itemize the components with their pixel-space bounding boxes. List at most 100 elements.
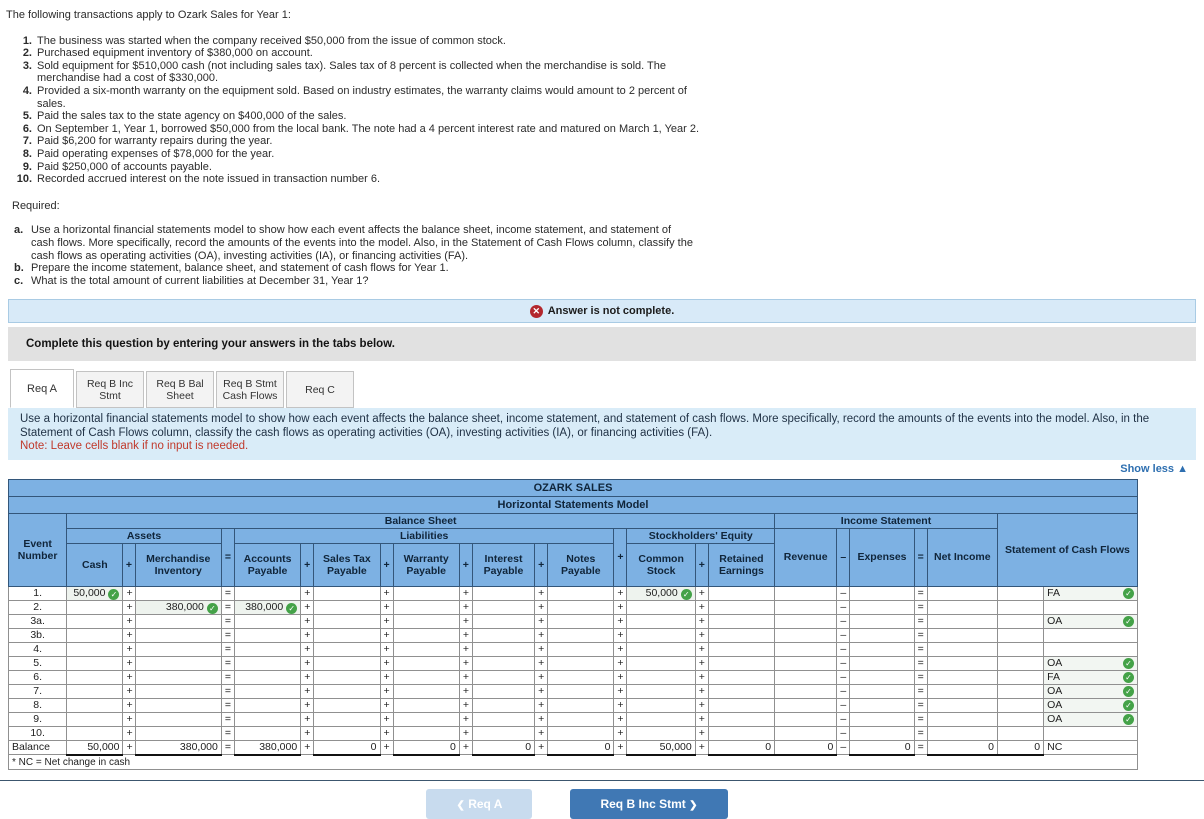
- cash-flow-class-cell[interactable]: [1043, 627, 1138, 643]
- cash-input-cell[interactable]: [66, 641, 124, 657]
- cash-input-cell[interactable]: [66, 599, 124, 615]
- revenue-input-cell[interactable]: [774, 683, 838, 699]
- net-income-input-cell[interactable]: [926, 697, 998, 713]
- warranty-payable-input-cell[interactable]: [392, 669, 460, 685]
- cash-input-cell[interactable]: [66, 669, 124, 685]
- sales-tax-payable-input-cell[interactable]: [313, 655, 381, 671]
- merch-inventory-input-cell[interactable]: [134, 669, 222, 685]
- cash-flow-class-cell[interactable]: ✓ OA: [1043, 613, 1138, 629]
- cash-flow-class-cell[interactable]: ✓ FA: [1043, 585, 1138, 601]
- cf-amount-input-cell[interactable]: [996, 627, 1045, 643]
- interest-payable-input-cell[interactable]: [471, 585, 536, 601]
- cash-input-cell[interactable]: [66, 683, 124, 699]
- prev-button[interactable]: ❮ Req A: [426, 788, 533, 819]
- retained-earnings-input-cell[interactable]: [707, 599, 776, 615]
- accounts-payable-input-cell[interactable]: [233, 683, 302, 699]
- net-income-input-cell[interactable]: [926, 613, 998, 629]
- interest-payable-input-cell[interactable]: [471, 711, 536, 727]
- net-income-input-cell[interactable]: [926, 627, 998, 643]
- net-income-input-cell[interactable]: [926, 711, 998, 727]
- sales-tax-payable-input-cell[interactable]: [313, 613, 381, 629]
- cash-flow-class-cell[interactable]: ✓ OA: [1043, 683, 1138, 699]
- expenses-input-cell[interactable]: [849, 627, 915, 643]
- cash-flow-class-cell[interactable]: ✓ OA: [1043, 711, 1138, 727]
- interest-payable-input-cell[interactable]: [471, 641, 536, 657]
- retained-earnings-input-cell[interactable]: [707, 697, 776, 713]
- interest-payable-input-cell[interactable]: [471, 683, 536, 699]
- merch-inventory-input-cell[interactable]: [134, 613, 222, 629]
- accounts-payable-input-cell[interactable]: [233, 641, 302, 657]
- accounts-payable-input-cell[interactable]: 380,000 ✓: [233, 599, 302, 615]
- expenses-input-cell[interactable]: [849, 655, 915, 671]
- expenses-input-cell[interactable]: [849, 697, 915, 713]
- cf-amount-input-cell[interactable]: [996, 585, 1045, 601]
- common-stock-input-cell[interactable]: [626, 599, 696, 615]
- expenses-input-cell[interactable]: [849, 711, 915, 727]
- cash-flow-class-cell[interactable]: [1043, 725, 1138, 741]
- retained-earnings-input-cell[interactable]: [707, 655, 776, 671]
- net-income-input-cell[interactable]: [926, 669, 998, 685]
- cf-amount-input-cell[interactable]: [996, 669, 1045, 685]
- cf-amount-input-cell[interactable]: [996, 725, 1045, 741]
- cf-amount-input-cell[interactable]: [996, 599, 1045, 615]
- expenses-input-cell[interactable]: [849, 599, 915, 615]
- next-button[interactable]: Req B Inc Stmt ❯: [570, 788, 728, 819]
- merch-inventory-input-cell[interactable]: [134, 641, 222, 657]
- revenue-input-cell[interactable]: [774, 725, 838, 741]
- net-income-input-cell[interactable]: [926, 725, 998, 741]
- cash-flow-class-cell[interactable]: ✓ OA: [1043, 655, 1138, 671]
- notes-payable-input-cell[interactable]: [547, 683, 615, 699]
- accounts-payable-input-cell[interactable]: [233, 669, 302, 685]
- merch-inventory-input-cell[interactable]: [134, 627, 222, 643]
- cf-amount-input-cell[interactable]: [996, 655, 1045, 671]
- warranty-payable-input-cell[interactable]: [392, 599, 460, 615]
- revenue-input-cell[interactable]: [774, 697, 838, 713]
- notes-payable-input-cell[interactable]: [547, 627, 615, 643]
- warranty-payable-input-cell[interactable]: [392, 655, 460, 671]
- retained-earnings-input-cell[interactable]: [707, 711, 776, 727]
- sales-tax-payable-input-cell[interactable]: [313, 711, 381, 727]
- revenue-input-cell[interactable]: [774, 641, 838, 657]
- warranty-payable-input-cell[interactable]: [392, 725, 460, 741]
- cf-amount-input-cell[interactable]: [996, 711, 1045, 727]
- sales-tax-payable-input-cell[interactable]: [313, 725, 381, 741]
- retained-earnings-input-cell[interactable]: [707, 641, 776, 657]
- sales-tax-payable-input-cell[interactable]: [313, 641, 381, 657]
- interest-payable-input-cell[interactable]: [471, 655, 536, 671]
- tab-req-b-stmt-cash-flows[interactable]: Req B Stmt Cash Flows: [216, 371, 284, 409]
- accounts-payable-input-cell[interactable]: [233, 627, 302, 643]
- net-income-input-cell[interactable]: [926, 599, 998, 615]
- merch-inventory-input-cell[interactable]: [134, 711, 222, 727]
- interest-payable-input-cell[interactable]: [471, 627, 536, 643]
- accounts-payable-input-cell[interactable]: [233, 711, 302, 727]
- common-stock-input-cell[interactable]: [626, 655, 696, 671]
- expenses-input-cell[interactable]: [849, 585, 915, 601]
- common-stock-input-cell[interactable]: [626, 613, 696, 629]
- common-stock-input-cell[interactable]: [626, 627, 696, 643]
- cash-input-cell[interactable]: [66, 613, 124, 629]
- sales-tax-payable-input-cell[interactable]: [313, 697, 381, 713]
- merch-inventory-input-cell[interactable]: 380,000 ✓: [134, 599, 222, 615]
- sales-tax-payable-input-cell[interactable]: [313, 683, 381, 699]
- cash-flow-class-cell[interactable]: [1043, 641, 1138, 657]
- notes-payable-input-cell[interactable]: [547, 585, 615, 601]
- cash-flow-class-cell[interactable]: [1043, 599, 1138, 615]
- common-stock-input-cell[interactable]: [626, 683, 696, 699]
- common-stock-input-cell[interactable]: [626, 641, 696, 657]
- revenue-input-cell[interactable]: [774, 655, 838, 671]
- warranty-payable-input-cell[interactable]: [392, 711, 460, 727]
- cf-amount-input-cell[interactable]: [996, 613, 1045, 629]
- cash-input-cell[interactable]: [66, 725, 124, 741]
- revenue-input-cell[interactable]: [774, 711, 838, 727]
- accounts-payable-input-cell[interactable]: [233, 655, 302, 671]
- retained-earnings-input-cell[interactable]: [707, 585, 776, 601]
- revenue-input-cell[interactable]: [774, 669, 838, 685]
- merch-inventory-input-cell[interactable]: [134, 585, 222, 601]
- revenue-input-cell[interactable]: [774, 599, 838, 615]
- notes-payable-input-cell[interactable]: [547, 655, 615, 671]
- retained-earnings-input-cell[interactable]: [707, 683, 776, 699]
- common-stock-input-cell[interactable]: [626, 697, 696, 713]
- show-less-link[interactable]: Show less ▲: [0, 463, 1188, 475]
- cash-input-cell[interactable]: [66, 627, 124, 643]
- notes-payable-input-cell[interactable]: [547, 599, 615, 615]
